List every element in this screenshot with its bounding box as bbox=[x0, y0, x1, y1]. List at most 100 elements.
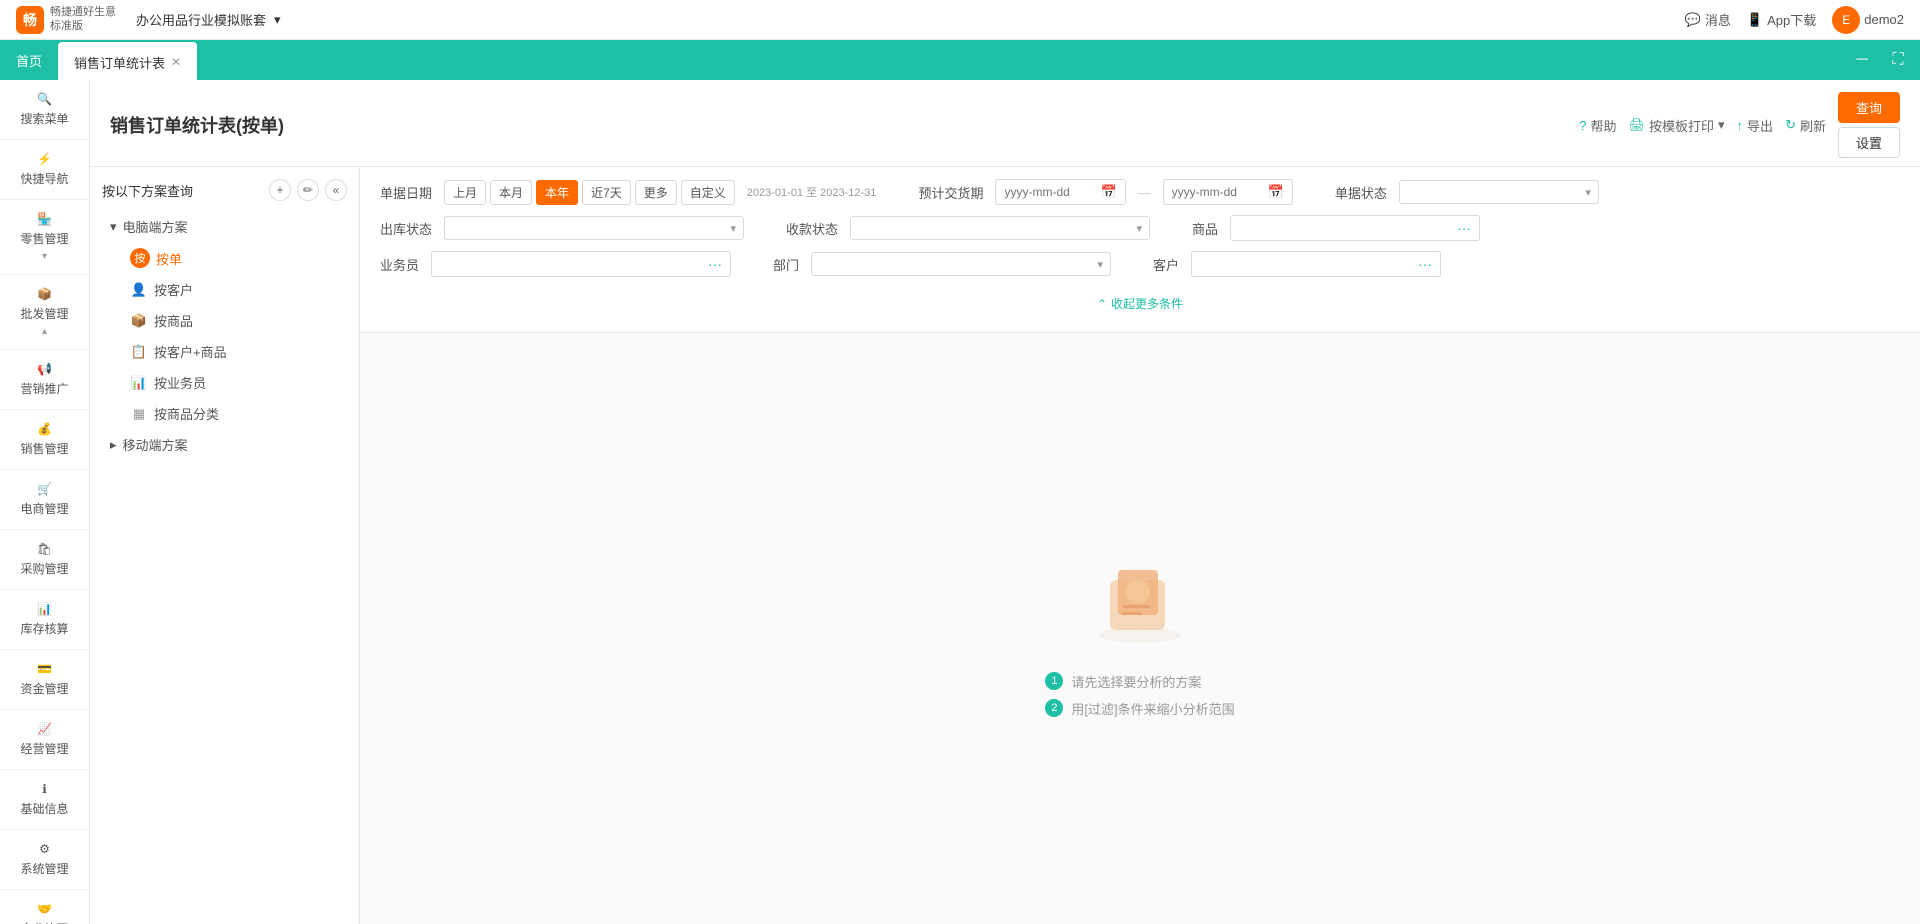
customer-more-icon[interactable]: ··· bbox=[1418, 256, 1432, 272]
tree-item-by-customer[interactable]: 👤 按客户 bbox=[122, 274, 347, 305]
sidebar-item-ecommerce[interactable]: 🛒 电商管理 bbox=[0, 470, 89, 530]
tree-mobile-expand-icon: ▸ bbox=[110, 437, 117, 453]
wholesale-icon: 📦 bbox=[37, 287, 52, 301]
category-scheme-icon: ▦ bbox=[130, 405, 148, 423]
tab-sales-order-stats[interactable]: 销售订单统计表 ✕ bbox=[58, 42, 197, 82]
product-more-icon[interactable]: ··· bbox=[1457, 220, 1471, 236]
tab-maximize-button[interactable]: ⛶ bbox=[1884, 46, 1912, 74]
tip-num-1: 1 bbox=[1045, 672, 1063, 690]
sidebar-item-finance[interactable]: 💳 资金管理 bbox=[0, 650, 89, 710]
edit-scheme-button[interactable]: ✏ bbox=[297, 179, 319, 201]
tree-item-by-product[interactable]: 📦 按商品 bbox=[122, 305, 347, 336]
tree-category-pc[interactable]: ▾ 电脑端方案 bbox=[102, 211, 347, 242]
status-select[interactable] bbox=[1399, 180, 1599, 204]
download-icon: 📱 bbox=[1747, 12, 1763, 28]
collapse-button[interactable]: ⌃ 收起更多条件 bbox=[1097, 295, 1183, 312]
department-select-wrapper: ▾ bbox=[811, 252, 1111, 276]
query-button[interactable]: 查询 bbox=[1838, 92, 1900, 123]
salesperson-scheme-icon: 📊 bbox=[130, 374, 148, 392]
sidebar-item-purchase[interactable]: 🛍 采购管理 bbox=[0, 530, 89, 590]
date-btn-more[interactable]: 更多 bbox=[635, 180, 677, 205]
expected-date-from-input[interactable] bbox=[1004, 185, 1094, 199]
export-button[interactable]: ↑ 导出 bbox=[1737, 116, 1774, 135]
retail-icon: 🏪 bbox=[37, 212, 52, 226]
base-icon: ℹ bbox=[42, 782, 47, 796]
tree-item-by-category[interactable]: ▦ 按商品分类 bbox=[122, 398, 347, 429]
calendar-to-icon[interactable]: 📅 bbox=[1268, 184, 1284, 200]
salesperson-more-icon[interactable]: ··· bbox=[708, 256, 722, 272]
empty-svg bbox=[1080, 540, 1200, 660]
tree-item-by-salesperson[interactable]: 📊 按业务员 bbox=[122, 367, 347, 398]
date-btn-this-year[interactable]: 本年 bbox=[536, 180, 578, 205]
collapse-row: ⌃ 收起更多条件 bbox=[380, 287, 1900, 320]
customer-field[interactable]: ··· bbox=[1191, 251, 1441, 277]
date-separator: — bbox=[1138, 185, 1151, 200]
date-btn-this-month[interactable]: 本月 bbox=[490, 180, 532, 205]
help-icon: ? bbox=[1579, 118, 1586, 133]
product-input[interactable] bbox=[1239, 221, 1453, 235]
help-button[interactable]: ? 帮助 bbox=[1579, 116, 1616, 135]
date-btn-7days[interactable]: 近7天 bbox=[582, 180, 631, 205]
expected-date-to[interactable]: 📅 bbox=[1163, 179, 1293, 205]
expected-date-to-input[interactable] bbox=[1172, 185, 1262, 199]
add-icon: + bbox=[276, 183, 283, 197]
tree-item-by-order[interactable]: 按 按单 bbox=[122, 242, 347, 274]
payment-status-label: 收款状态 bbox=[786, 219, 838, 238]
sales-order-tab-label: 销售订单统计表 bbox=[74, 53, 165, 72]
refresh-button[interactable]: ↻ 刷新 bbox=[1785, 116, 1826, 135]
purchase-icon: 🛍 bbox=[37, 542, 52, 556]
sidebar-item-marketing[interactable]: 📢 营销推广 bbox=[0, 350, 89, 410]
tree-mobile-label: 移动端方案 bbox=[123, 435, 188, 454]
expected-date-from[interactable]: 📅 bbox=[995, 179, 1125, 205]
add-scheme-button[interactable]: + bbox=[269, 179, 291, 201]
payment-status-select[interactable] bbox=[850, 216, 1150, 240]
settings-button[interactable]: 设置 bbox=[1838, 127, 1900, 158]
calendar-from-icon[interactable]: 📅 bbox=[1100, 184, 1116, 200]
refresh-icon: ↻ bbox=[1785, 117, 1796, 133]
tree-expand-icon: ▾ bbox=[110, 219, 117, 235]
delivery-status-select[interactable] bbox=[444, 216, 744, 240]
app-download-button[interactable]: 📱 App下载 bbox=[1747, 10, 1816, 29]
sidebar-item-inventory[interactable]: 📊 库存核算 bbox=[0, 590, 89, 650]
sidebar-item-search-menu[interactable]: 🔍 搜索菜单 bbox=[0, 80, 89, 140]
page-title: 销售订单统计表(按单) bbox=[110, 112, 284, 138]
breadcrumb-text: 办公用品行业模拟账套 bbox=[136, 10, 266, 29]
customer-input[interactable] bbox=[1200, 257, 1414, 271]
page-header-actions: ? 帮助 🖨 按模板打印 ▾ ↑ 导出 ↻ 刷新 查询 bbox=[1579, 92, 1900, 158]
sales-icon: 💰 bbox=[37, 422, 52, 436]
empty-tips: 1 请先选择要分析的方案 2 用[过滤]条件来缩小分析范围 bbox=[1045, 672, 1234, 718]
product-field[interactable]: ··· bbox=[1230, 215, 1480, 241]
body-area: 按以下方案查询 + ✏ « bbox=[90, 167, 1920, 924]
tab-close-icon[interactable]: ✕ bbox=[171, 55, 181, 69]
status-select-wrapper: ▾ bbox=[1399, 180, 1599, 204]
department-select[interactable] bbox=[811, 252, 1111, 276]
sidebar-item-sales[interactable]: 💰 销售管理 bbox=[0, 410, 89, 470]
sidebar-item-enterprise[interactable]: 🤝 企业协同 bbox=[0, 890, 89, 924]
user-menu[interactable]: E demo2 bbox=[1832, 6, 1904, 34]
tab-home[interactable]: 首页 bbox=[0, 40, 58, 80]
sidebar-item-wholesale[interactable]: 📦 批发管理 ▴ bbox=[0, 275, 89, 350]
tab-minimize-button[interactable]: ─ bbox=[1848, 46, 1876, 74]
sidebar-item-retail[interactable]: 🏪 零售管理 ▾ bbox=[0, 200, 89, 275]
print-icon: 🖨 bbox=[1628, 117, 1645, 133]
date-btn-custom[interactable]: 自定义 bbox=[681, 180, 735, 205]
sidebar-item-quick-nav[interactable]: ⚡ 快捷导航 bbox=[0, 140, 89, 200]
enterprise-icon: 🤝 bbox=[37, 902, 52, 916]
sidebar-item-base[interactable]: ℹ 基础信息 bbox=[0, 770, 89, 830]
tree-category-mobile[interactable]: ▸ 移动端方案 bbox=[102, 429, 347, 460]
operations-icon: 📈 bbox=[37, 722, 52, 736]
salesperson-field[interactable]: ··· bbox=[431, 251, 731, 277]
sidebar-item-system[interactable]: ⚙ 系统管理 bbox=[0, 830, 89, 890]
tree-pc: ▾ 电脑端方案 按 按单 👤 按客户 📦 bbox=[102, 211, 347, 429]
content-area: 销售订单统计表(按单) ? 帮助 🖨 按模板打印 ▾ ↑ 导出 ↻ 刷新 bbox=[90, 80, 1920, 924]
tree-pc-items: 按 按单 👤 按客户 📦 按商品 📋 按客 bbox=[102, 242, 347, 429]
tree-item-by-customer-product[interactable]: 📋 按客户+商品 bbox=[122, 336, 347, 367]
date-btn-last-month[interactable]: 上月 bbox=[444, 180, 486, 205]
home-tab-label: 首页 bbox=[16, 51, 42, 70]
filter-row-2: 出库状态 ▾ 收款状态 ▾ 商品 ··· bbox=[380, 215, 1900, 241]
print-button[interactable]: 🖨 按模板打印 ▾ bbox=[1628, 116, 1724, 135]
message-button[interactable]: 💬 消息 bbox=[1685, 10, 1731, 29]
sidebar-item-operations[interactable]: 📈 经营管理 bbox=[0, 710, 89, 770]
collapse-panel-button[interactable]: « bbox=[325, 179, 347, 201]
salesperson-input[interactable] bbox=[440, 257, 704, 271]
